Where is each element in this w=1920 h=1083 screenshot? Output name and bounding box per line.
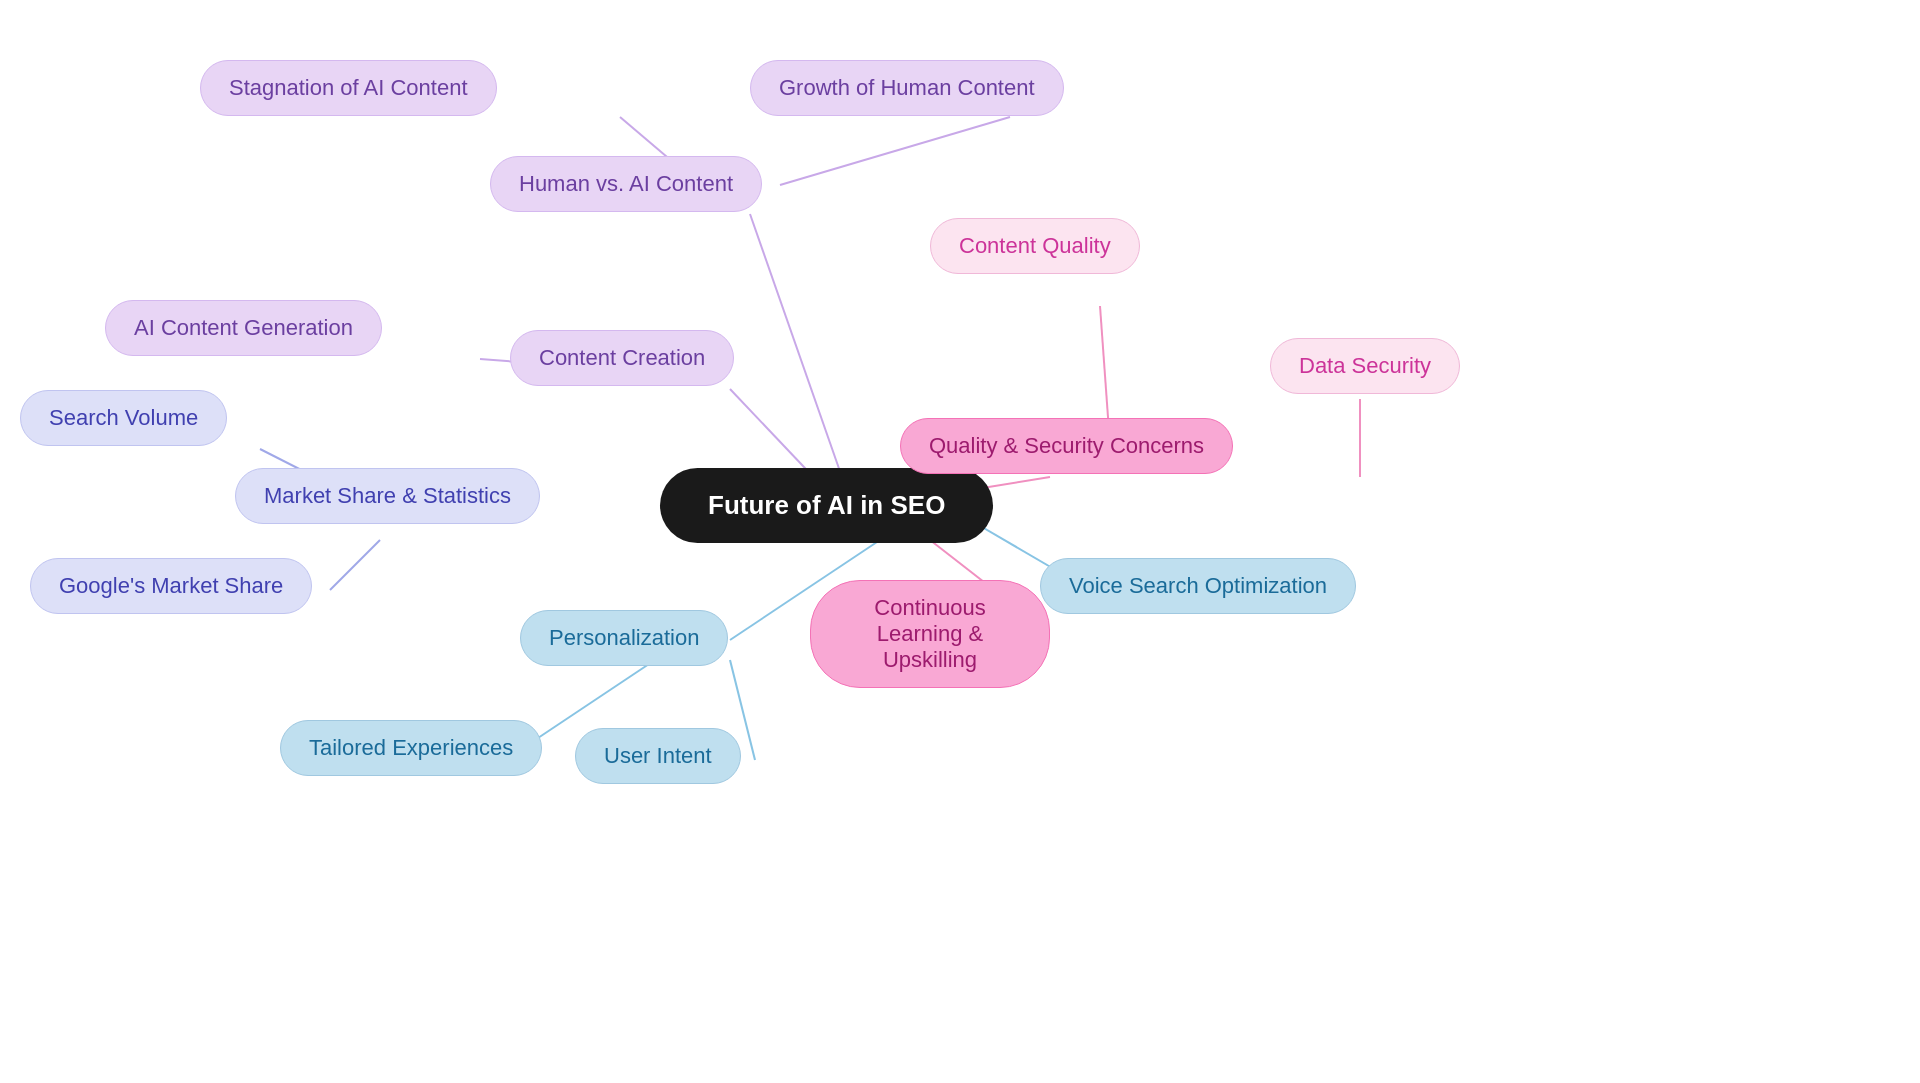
continuous-learning-node: Continuous Learning & Upskilling [810,580,1050,688]
content-creation-node: Content Creation [510,330,734,386]
ai-content-gen-node: AI Content Generation [105,300,382,356]
google-market-node: Google's Market Share [30,558,312,614]
voice-search-node: Voice Search Optimization [1040,558,1356,614]
center-node: Future of AI in SEO [660,468,993,543]
data-security-node: Data Security [1270,338,1460,394]
quality-security-node: Quality & Security Concerns [900,418,1233,474]
svg-line-0 [750,214,850,500]
stagnation-node: Stagnation of AI Content [200,60,497,116]
human-vs-ai-node: Human vs. AI Content [490,156,762,212]
svg-line-2 [780,117,1010,185]
growth-node: Growth of Human Content [750,60,1064,116]
personalization-node: Personalization [520,610,728,666]
market-share-node: Market Share & Statistics [235,468,540,524]
svg-line-10 [330,540,380,590]
tailored-experiences-node: Tailored Experiences [280,720,542,776]
user-intent-node: User Intent [575,728,741,784]
search-volume-node: Search Volume [20,390,227,446]
content-quality-node: Content Quality [930,218,1140,274]
